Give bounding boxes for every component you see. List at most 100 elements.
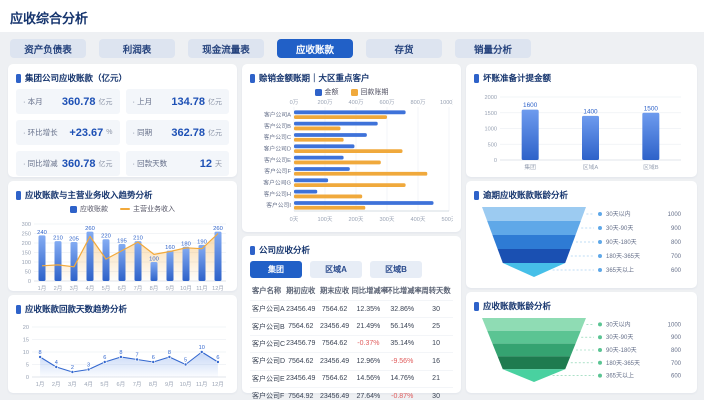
nav-tab-4[interactable]: 应收账款 xyxy=(277,39,353,58)
x-tick-label: 12月 xyxy=(212,381,224,388)
bad-debt-chart-svg: 05001000150020001600集团1400区域A1500区域B xyxy=(474,87,689,171)
card-title-text: 应收账款账龄分析 xyxy=(483,300,551,312)
x-tick-label: 7月 xyxy=(133,381,142,388)
legend-value: 700 xyxy=(671,361,682,367)
table-cell: -9.56% xyxy=(385,353,419,370)
y-tick-label: 200 xyxy=(22,241,31,247)
table-cell: 23456.49 xyxy=(318,353,352,370)
x-tick-label: 8月 xyxy=(149,381,158,388)
table-tabs: 集团区域A 区域B xyxy=(250,261,453,278)
amount-bar xyxy=(294,190,317,194)
bottom-axis-label: 300天 xyxy=(380,216,395,223)
bar xyxy=(183,247,190,281)
x-tick-label: 4月 xyxy=(84,381,93,388)
kpi-value: 360.78 xyxy=(62,96,96,108)
table-cell: 23456.49 xyxy=(318,318,352,335)
x-tick-label: 8月 xyxy=(150,285,159,292)
nav-tab-6[interactable]: 销量分析 xyxy=(455,39,531,58)
table-row: 客户公司F7564.9223456.4927.64%-0.87%30 xyxy=(250,387,453,400)
legend-label: 180天-365天 xyxy=(606,360,640,367)
card-title: 应收账款回款天数趋势分析 xyxy=(16,303,229,315)
column-header: 客户名称 xyxy=(250,284,284,301)
nav-tab-2[interactable]: 利润表 xyxy=(99,39,175,58)
table-cell: 客户公司F xyxy=(250,387,284,400)
nav-tab-3[interactable]: 现金流量表 xyxy=(188,39,264,58)
term-bar xyxy=(294,195,362,199)
amount-bar xyxy=(294,144,354,148)
legend-dot-icon xyxy=(598,361,602,365)
kpi-value: 360.78 xyxy=(62,158,96,170)
kpi-unit: 亿元 xyxy=(208,128,222,138)
kpi-label: 本月 xyxy=(23,96,43,107)
bar-value-label: 190 xyxy=(197,239,207,245)
bar-value-label: 210 xyxy=(53,236,63,242)
table-tab-1[interactable]: 集团 xyxy=(250,261,302,278)
row-label: 客户公司H xyxy=(264,190,291,198)
kpi-grid: 本月360.78亿元上月134.78亿元环比增长+23.67%同期362.78亿… xyxy=(16,89,229,176)
amount-bar xyxy=(294,201,434,205)
bar-value-label: 260 xyxy=(85,226,95,232)
table-cell: 客户公司D xyxy=(250,353,284,370)
y-tick-label: 300 xyxy=(22,222,31,228)
bar-swatch-icon xyxy=(351,89,358,96)
term-bar xyxy=(294,149,403,153)
top-axis-label: 200万 xyxy=(318,99,333,106)
nav-tab-1[interactable]: 资产负债表 xyxy=(10,39,86,58)
table-cell: 10 xyxy=(419,335,453,352)
y-tick-label: 100 xyxy=(22,260,31,266)
legend-label: 30天以内 xyxy=(606,210,631,218)
card-title-text: 应收账款回款天数趋势分析 xyxy=(25,303,127,315)
bar xyxy=(39,235,46,281)
table-cell: 21.49% xyxy=(351,318,385,335)
legend-label: 30天-90天 xyxy=(606,225,633,232)
term-bar xyxy=(294,172,427,176)
bar-swatch-icon xyxy=(70,206,77,213)
row-label: 客户公司G xyxy=(263,179,291,187)
column-header: 期初应收 xyxy=(284,284,318,301)
kpi-label: 同期 xyxy=(133,127,153,138)
card-title-text: 公司应收分析 xyxy=(259,244,310,256)
bar xyxy=(522,110,539,160)
kpi-unit: 亿元 xyxy=(99,159,113,169)
table-cell: 7564.92 xyxy=(284,387,318,400)
card-title-icon xyxy=(250,246,255,255)
card-title-icon xyxy=(474,191,479,200)
table-tab-3[interactable]: 区域B xyxy=(370,261,422,278)
point-value-label: 8 xyxy=(168,350,171,356)
table-cell: 23456.49 xyxy=(284,301,318,318)
funnel-slice xyxy=(482,318,586,331)
funnel-slice xyxy=(492,235,575,249)
legend-item-receivable[interactable]: 应收账款 xyxy=(70,204,108,214)
legend-item-term[interactable]: 回款账期 xyxy=(351,87,389,97)
top-axis-label: 600万 xyxy=(380,99,395,106)
legend-value: 1000 xyxy=(668,212,682,218)
legend-item-amount[interactable]: 金额 xyxy=(315,87,339,97)
funnel-slice xyxy=(487,331,581,344)
y-tick-label: 1000 xyxy=(485,127,497,133)
card-title: 公司应收分析 xyxy=(250,244,453,256)
x-tick-label: 6月 xyxy=(117,381,126,388)
table-cell: 客户公司C xyxy=(250,335,284,352)
y-tick-label: 2000 xyxy=(485,95,497,101)
x-tick-label: 10月 xyxy=(180,381,192,388)
chart-legend: 应收账款 主营业务收入 xyxy=(16,204,229,214)
y-tick-label: 50 xyxy=(25,270,31,276)
nav-tab-5[interactable]: 存货 xyxy=(366,39,442,58)
legend-value: 800 xyxy=(671,240,682,246)
column-header: 同比增减率 xyxy=(351,284,385,301)
point-value-label: 4 xyxy=(55,360,58,366)
table-row: 客户公司A23456.497564.6212.35%32.86%30 xyxy=(250,301,453,318)
x-tick-label: 3月 xyxy=(70,285,79,292)
legend-item-revenue[interactable]: 主营业务收入 xyxy=(120,204,175,214)
funnel-slice xyxy=(482,207,586,221)
point-value-label: 3 xyxy=(87,363,90,369)
card-title: 应收账款与主营业务收入趋势分析 xyxy=(16,189,229,201)
kpi-unit: 亿元 xyxy=(99,97,113,107)
kpi-box: 同比增减360.78亿元 xyxy=(16,151,120,176)
y-tick-label: 15 xyxy=(23,338,29,344)
legend-value: 1000 xyxy=(668,322,682,328)
amount-bar xyxy=(294,178,328,182)
table-tab-2[interactable]: 区域A xyxy=(310,261,362,278)
chart-legend: 金额 回款账期 xyxy=(250,87,453,97)
card-title-text: 应收账款与主营业务收入趋势分析 xyxy=(25,189,153,201)
